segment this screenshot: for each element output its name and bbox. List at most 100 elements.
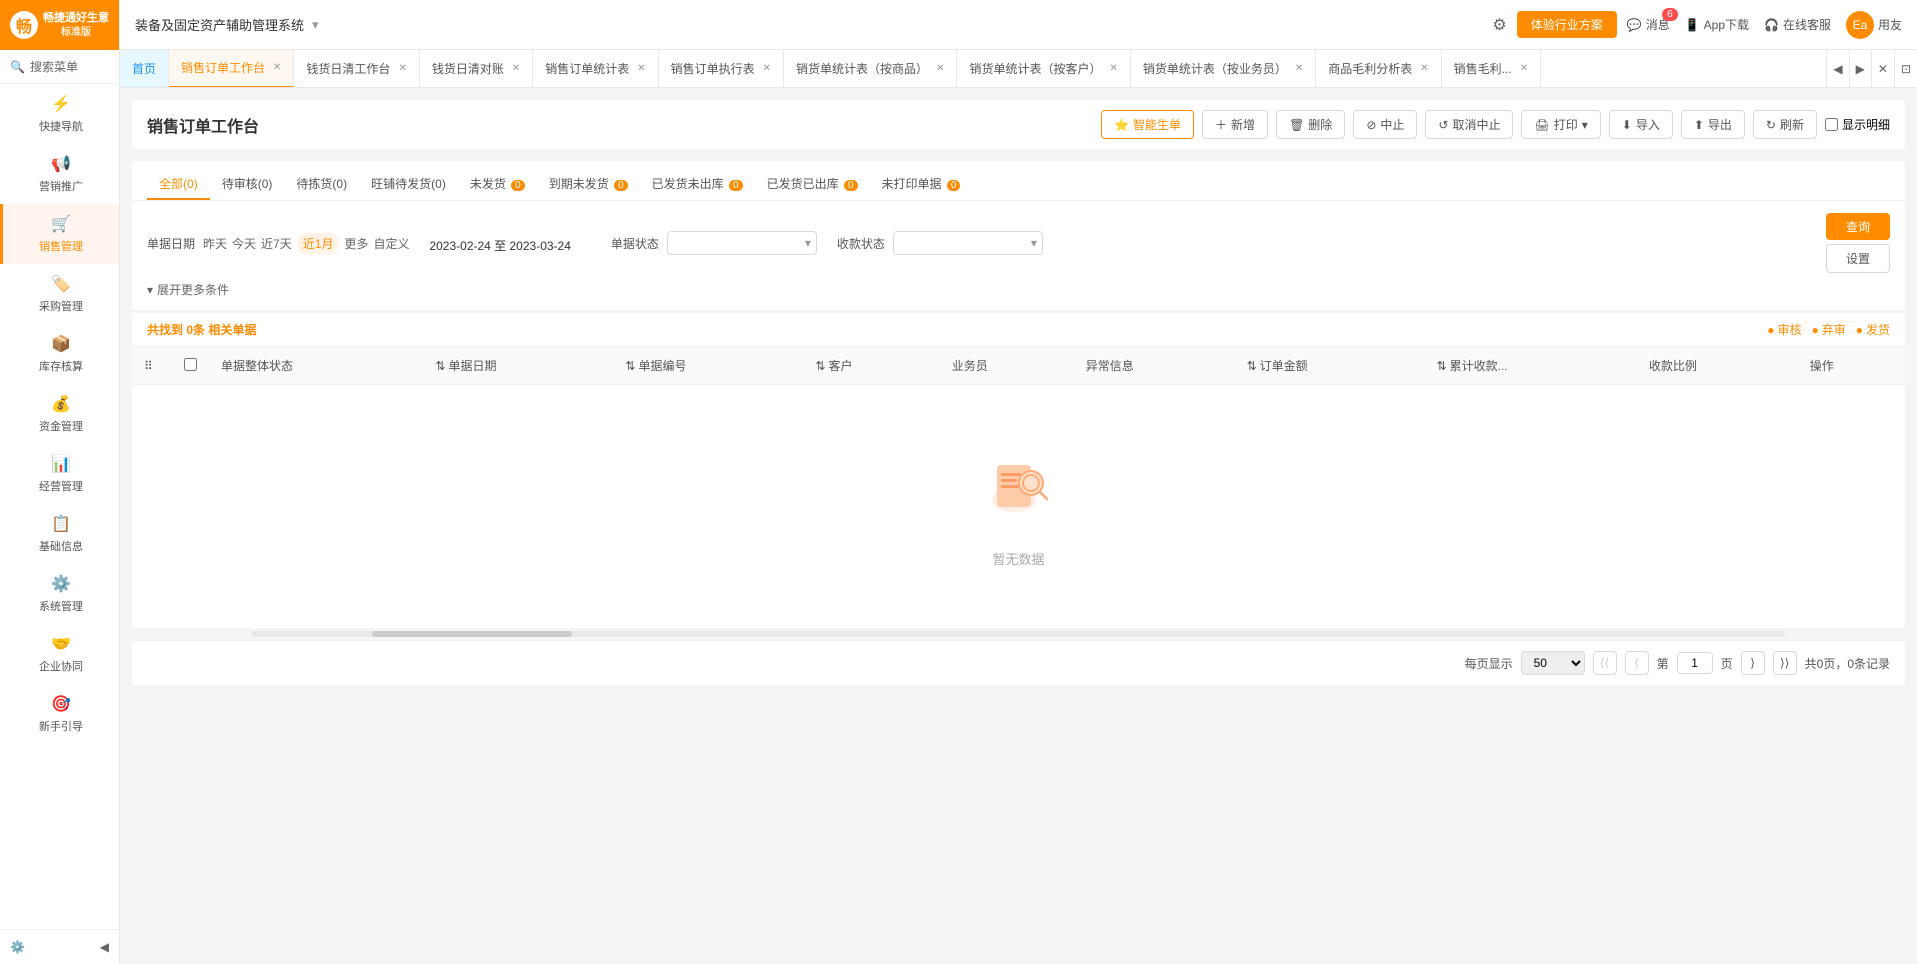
tab-order-exec[interactable]: 销售订单执行表 ✕	[659, 50, 784, 88]
shortcut-yesterday[interactable]: 昨天	[203, 235, 227, 252]
tab-close-daily-clearing[interactable]: ✕	[398, 63, 406, 74]
page-prev-btn[interactable]: ⟨	[1625, 651, 1649, 675]
filter-tab-shipped-out[interactable]: 已发货已出库 0	[755, 169, 870, 200]
user-action[interactable]: Ea 用友	[1846, 11, 1902, 39]
tab-close-sales-gross[interactable]: ✕	[1520, 63, 1528, 74]
col-staff-sort[interactable]: 业务员	[952, 357, 1062, 374]
sidebar-search[interactable]: 🔍 搜索菜单	[0, 50, 119, 84]
stop-button[interactable]: ⊘ 中止	[1353, 110, 1417, 139]
filter-tab-shop-pending[interactable]: 旺铺待发货(0)	[359, 169, 458, 200]
status-select[interactable]	[667, 231, 817, 255]
filter-tab-overdue-ship[interactable]: 到期未发货 0	[537, 169, 640, 200]
online-service-action[interactable]: 🎧 在线客服	[1764, 16, 1831, 33]
tab-close-all[interactable]: ✕	[1871, 50, 1894, 88]
topbar-dropdown-icon[interactable]: ▾	[312, 17, 319, 33]
col-date-sort[interactable]: ⇅ 单据日期	[435, 357, 601, 374]
filter-tab-pending-review[interactable]: 待审核(0)	[210, 169, 285, 200]
query-button[interactable]: 查询	[1826, 213, 1890, 240]
sidebar-item-quick-nav[interactable]: ⚡ 快捷导航	[0, 84, 119, 144]
cancel-approve-action-btn[interactable]: ● 弃审	[1811, 321, 1845, 338]
shortcut-custom[interactable]: 自定义	[373, 235, 409, 252]
delete-button[interactable]: 🗑 删除	[1276, 110, 1345, 139]
filter-tab-unprinted[interactable]: 未打印单据 0	[870, 169, 973, 200]
export-button[interactable]: ⬆ 导出	[1681, 110, 1745, 139]
approve-action-btn[interactable]: ● 审核	[1767, 321, 1801, 338]
tab-maximize[interactable]: ⊡	[1894, 50, 1917, 88]
tab-close-order-exec[interactable]: ✕	[763, 63, 771, 74]
page-next-btn[interactable]: ⟩	[1741, 651, 1765, 675]
smart-generate-button[interactable]: ⭐ 智能生单	[1101, 110, 1194, 139]
show-detail-checkbox[interactable]: 显示明细	[1825, 116, 1890, 133]
cancel-approve-icon: ●	[1811, 323, 1818, 337]
filter-tab-all[interactable]: 全部(0)	[147, 169, 210, 200]
tab-close-sales-stats-product[interactable]: ✕	[936, 63, 944, 74]
tab-sales-stats-product[interactable]: 销货单统计表（按商品） ✕	[784, 50, 957, 88]
sidebar-item-purchase[interactable]: 🏷️ 采购管理	[0, 264, 119, 324]
tab-home[interactable]: 首页	[120, 50, 169, 88]
solution-button[interactable]: 体验行业方案	[1517, 11, 1617, 38]
tab-sales-stats-staff[interactable]: 销货单统计表（按业务员） ✕	[1131, 50, 1316, 88]
select-all-checkbox[interactable]	[184, 358, 197, 371]
refresh-button[interactable]: ↻ 刷新	[1753, 110, 1817, 139]
tab-close-sales-stats-staff[interactable]: ✕	[1295, 63, 1303, 74]
page-number-input[interactable]	[1677, 652, 1713, 674]
tab-close-gross-margin[interactable]: ✕	[1420, 63, 1428, 74]
payment-select[interactable]	[893, 231, 1043, 255]
col-customer-sort[interactable]: ⇅ 客户	[815, 357, 927, 374]
message-icon: 💬	[1627, 18, 1642, 32]
shortcut-7days[interactable]: 近7天	[261, 235, 292, 252]
app-download-action[interactable]: 📱 App下载	[1685, 16, 1749, 33]
sidebar-item-system[interactable]: ⚙️ 系统管理	[0, 564, 119, 624]
sidebar-item-tutorial[interactable]: 🎯 新手引导	[0, 684, 119, 744]
message-action[interactable]: 💬 6 消息	[1627, 16, 1670, 33]
sidebar-item-enterprise[interactable]: 🤝 企业协同	[0, 624, 119, 684]
col-number-sort[interactable]: ⇅ 单据编号	[625, 357, 791, 374]
sidebar-item-basic-info[interactable]: 📋 基础信息	[0, 504, 119, 564]
col-cumulative-sort[interactable]: ⇅ 累计收款...	[1437, 357, 1625, 374]
sidebar-item-marketing[interactable]: 📢 营销推广	[0, 144, 119, 204]
page-last-btn[interactable]: ⟩⟩	[1773, 651, 1797, 675]
tab-next-arrow[interactable]: ▶	[1849, 50, 1871, 88]
cancel-stop-button[interactable]: ↺ 取消中止	[1425, 110, 1513, 139]
collapse-icon[interactable]: ◀	[100, 940, 109, 954]
ship-action-btn[interactable]: ● 发货	[1856, 321, 1890, 338]
tab-close-sales-workbench[interactable]: ✕	[273, 62, 281, 73]
print-button[interactable]: 🖨 打印 ▾	[1521, 110, 1600, 139]
tab-close-sales-stats-customer[interactable]: ✕	[1109, 63, 1117, 74]
settings-icon[interactable]: ⚙️	[10, 940, 25, 954]
logo-text: 畅捷通好生意 标准版	[43, 11, 109, 38]
import-button[interactable]: ⬇ 导入	[1609, 110, 1673, 139]
tab-reconciliation[interactable]: 钱货日清对账 ✕	[420, 50, 533, 88]
add-button[interactable]: ＋ 新增	[1202, 110, 1268, 139]
col-status-sort[interactable]: 单据整体状态	[221, 357, 411, 374]
tab-gross-margin[interactable]: 商品毛利分析表 ✕	[1316, 50, 1441, 88]
sidebar-bottom: ⚙️ ◀	[0, 929, 119, 964]
set-button[interactable]: 设置	[1826, 244, 1890, 273]
tab-prev-arrow[interactable]: ◀	[1826, 50, 1848, 88]
tab-order-stats[interactable]: 销售订单统计表 ✕	[533, 50, 658, 88]
sidebar-item-operations[interactable]: 📊 经营管理	[0, 444, 119, 504]
tab-sales-workbench[interactable]: 销售订单工作台 ✕	[169, 50, 294, 88]
col-amount-sort[interactable]: ⇅ 订单金额	[1247, 357, 1413, 374]
sidebar-item-inventory[interactable]: 📦 库存核算	[0, 324, 119, 384]
col-exception-sort[interactable]: 异常信息	[1086, 357, 1223, 374]
tab-sales-stats-customer[interactable]: 销货单统计表（按客户） ✕	[957, 50, 1130, 88]
page-size-select[interactable]: 50	[1521, 651, 1585, 675]
tab-daily-clearing[interactable]: 钱货日清工作台 ✕	[294, 50, 419, 88]
tab-sales-gross[interactable]: 销售毛利... ✕	[1442, 50, 1541, 88]
shortcut-1month[interactable]: 近1月	[297, 233, 340, 254]
expand-more-btn[interactable]: ▾ 展开更多条件	[147, 281, 1890, 298]
sidebar-item-finance[interactable]: 💰 资金管理	[0, 384, 119, 444]
empty-state: 暂无数据	[132, 385, 1905, 628]
filter-tab-pending-pick[interactable]: 待拣货(0)	[284, 169, 359, 200]
tab-close-reconciliation[interactable]: ✕	[512, 63, 520, 74]
tab-close-order-stats[interactable]: ✕	[637, 63, 645, 74]
filter-tab-not-shipped[interactable]: 未发货 0	[458, 169, 537, 200]
page-first-btn[interactable]: ⟨⟨	[1593, 651, 1617, 675]
gear-icon[interactable]: ⚙	[1492, 15, 1506, 35]
sidebar-item-sales[interactable]: 🛒 销售管理	[0, 204, 119, 264]
shortcut-today[interactable]: 今天	[232, 235, 256, 252]
scrollbar-thumb[interactable]	[372, 631, 572, 637]
filter-tab-shipped-not-out[interactable]: 已发货未出库 0	[640, 169, 755, 200]
shortcut-more[interactable]: 更多	[344, 235, 368, 252]
